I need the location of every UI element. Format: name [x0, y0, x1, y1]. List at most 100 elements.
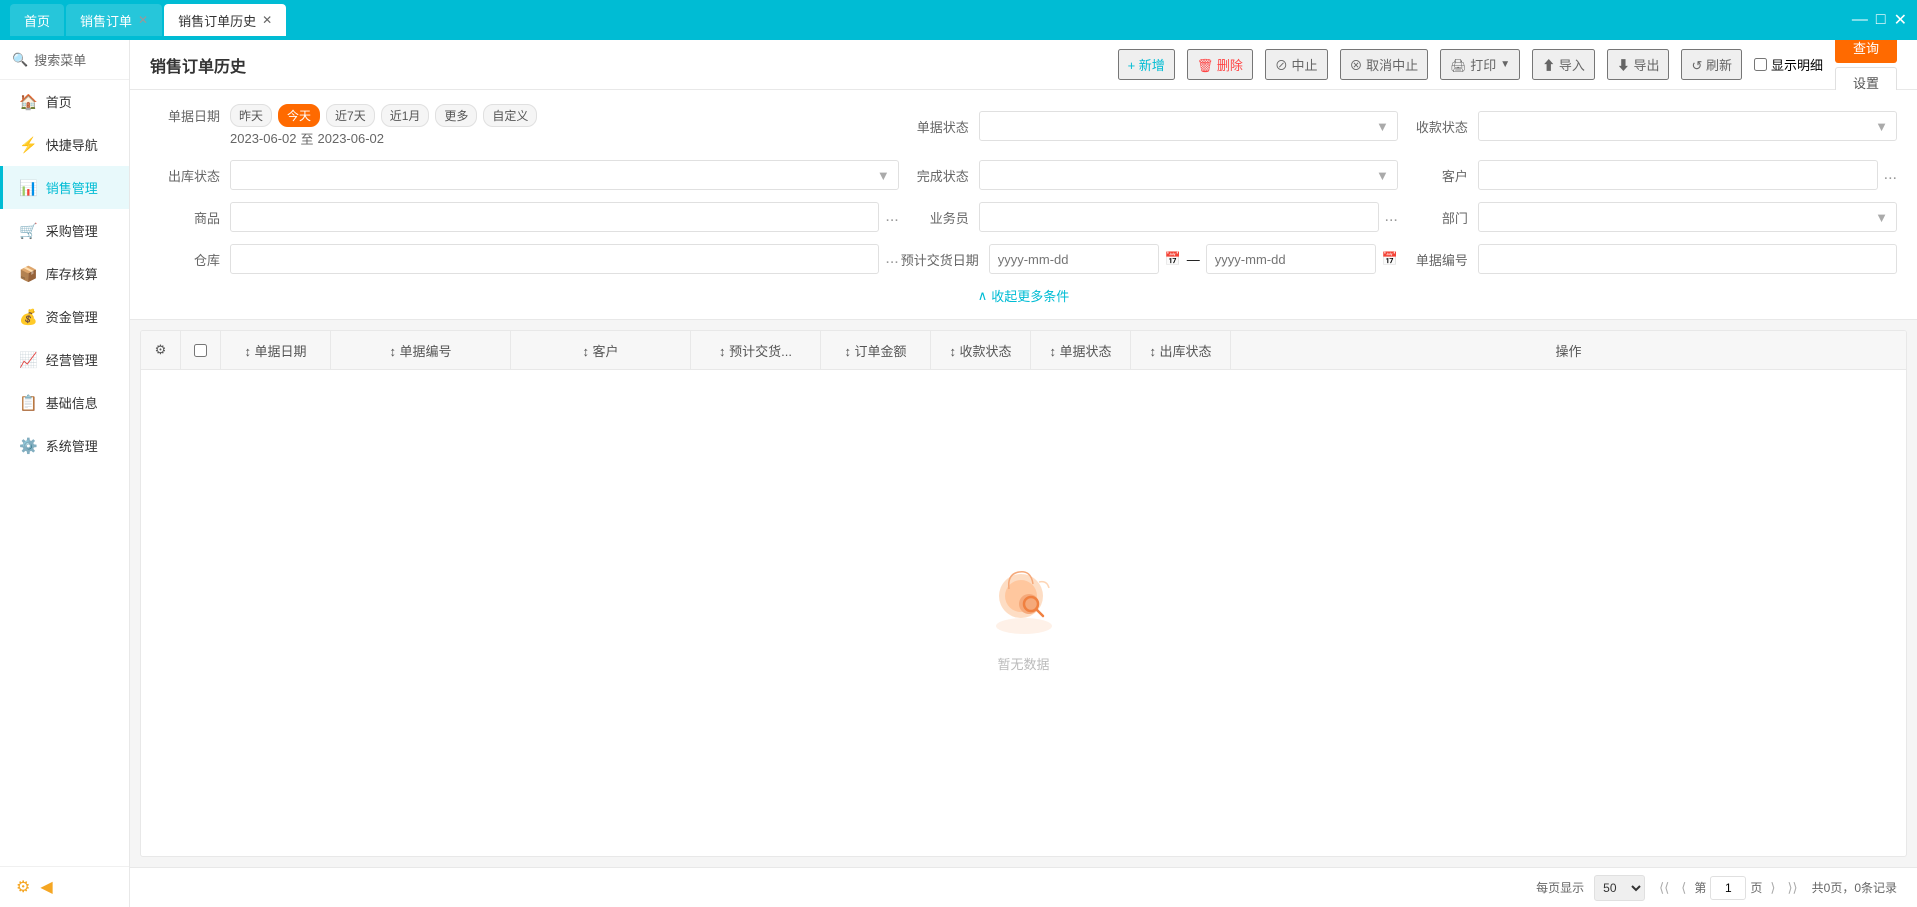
- refresh-button[interactable]: ↺ 刷新: [1681, 49, 1742, 80]
- date-to: 2023-06-02: [318, 131, 385, 146]
- tab-sales-order[interactable]: 销售订单 ✕: [66, 4, 162, 36]
- th-customer[interactable]: ↕ 客户: [511, 331, 691, 369]
- show-detail-checkbox[interactable]: [1754, 58, 1767, 71]
- delivery-date-label: 预计交货日期: [899, 250, 989, 269]
- sidebar-item-base-info[interactable]: 📋 基础信息: [0, 381, 129, 424]
- sidebar-item-finance[interactable]: 💰 资金管理: [0, 295, 129, 338]
- tab-home[interactable]: 首页: [10, 4, 64, 36]
- salesperson-more-icon[interactable]: ...: [1385, 208, 1398, 226]
- inventory-icon: 📦: [19, 265, 38, 283]
- page-title: 销售订单历史: [150, 53, 246, 77]
- date-btn-yesterday[interactable]: 昨天: [230, 104, 272, 127]
- th-date[interactable]: ↕ 单据日期: [221, 331, 331, 369]
- minimize-icon[interactable]: —: [1852, 11, 1868, 29]
- content-area: 销售订单历史 + 新增 🗑 删除 ⊘ 中止 ⊗ 取消中止 🖨 打印 ▼: [130, 40, 1917, 907]
- sidebar-item-system[interactable]: ⚙️ 系统管理: [0, 424, 129, 467]
- filter-row-2: 出库状态 ▼ 完成状态 ▼ 客户: [150, 160, 1897, 190]
- close-icon[interactable]: ✕: [1894, 10, 1907, 30]
- print-dropdown-icon[interactable]: ▼: [1500, 59, 1510, 70]
- customer-more-icon[interactable]: ...: [1884, 166, 1897, 184]
- filter-department: 部门 ▼: [1398, 202, 1897, 232]
- th-payment[interactable]: ↕ 收款状态: [931, 331, 1031, 369]
- sidebar-search-label: 搜索菜单: [34, 50, 86, 69]
- collapse-up-icon: ∧: [978, 288, 988, 304]
- sidebar-item-base-info-label: 基础信息: [46, 393, 98, 412]
- date-quick-buttons: 昨天 今天 近7天 近1月 更多 自定义: [230, 104, 537, 127]
- home-icon: 🏠: [19, 93, 38, 111]
- th-settings[interactable]: ⚙: [141, 331, 181, 369]
- goods-more-icon[interactable]: ...: [885, 208, 898, 226]
- stop-button[interactable]: ⊘ 中止: [1265, 49, 1328, 80]
- th-status[interactable]: ↕ 单据状态: [1031, 331, 1131, 369]
- sidebar-item-purchase-label: 采购管理: [46, 221, 98, 240]
- warehouse-label: 仓库: [150, 250, 230, 269]
- sidebar-item-purchase[interactable]: 🛒 采购管理: [0, 209, 129, 252]
- maximize-icon[interactable]: □: [1876, 11, 1886, 29]
- th-amount[interactable]: ↕ 订单金额: [821, 331, 931, 369]
- first-page-button[interactable]: ⟨⟨: [1655, 878, 1673, 898]
- sidebar-item-sales[interactable]: 📊 销售管理: [0, 166, 129, 209]
- sidebar-item-operations[interactable]: 📈 经营管理: [0, 338, 129, 381]
- warehouse-more-icon[interactable]: ...: [885, 250, 898, 268]
- query-button[interactable]: 查询: [1835, 40, 1897, 63]
- date-btn-custom[interactable]: 自定义: [483, 104, 537, 127]
- th-delivery-status[interactable]: ↕ 出库状态: [1131, 331, 1231, 369]
- new-button[interactable]: + 新增: [1118, 49, 1175, 80]
- tab-sales-order-history-close[interactable]: ✕: [262, 13, 272, 27]
- prev-page-button[interactable]: ⟨: [1677, 878, 1690, 898]
- page-input[interactable]: [1710, 876, 1746, 900]
- import-button[interactable]: ⬆ 导入: [1532, 49, 1595, 80]
- order-no-input[interactable]: [1478, 244, 1897, 274]
- filter-goods: 商品 ...: [150, 202, 899, 232]
- per-page-select[interactable]: 50 10 20 100: [1594, 875, 1645, 901]
- calendar-to-icon[interactable]: 📅: [1382, 251, 1398, 267]
- sidebar-item-inventory[interactable]: 📦 库存核算: [0, 252, 129, 295]
- th-delivery[interactable]: ↕ 预计交货...: [691, 331, 821, 369]
- calendar-from-icon[interactable]: 📅: [1165, 251, 1181, 267]
- top-bar: 首页 销售订单 ✕ 销售订单历史 ✕ — □ ✕: [0, 0, 1917, 40]
- export-button[interactable]: ⬇ 导出: [1607, 49, 1670, 80]
- print-button[interactable]: 🖨 打印 ▼: [1440, 49, 1520, 80]
- tab-sales-order-history[interactable]: 销售订单历史 ✕: [164, 4, 286, 36]
- print-button-label: 🖨 打印: [1450, 55, 1496, 74]
- delete-button[interactable]: 🗑 删除: [1187, 49, 1253, 80]
- sidebar-search[interactable]: 🔍 搜索菜单: [0, 40, 129, 80]
- sidebar-item-operations-label: 经营管理: [46, 350, 98, 369]
- operations-icon: 📈: [19, 351, 38, 369]
- customer-input[interactable]: [1478, 160, 1878, 190]
- collapse-row[interactable]: ∧ 收起更多条件: [150, 286, 1897, 305]
- th-order-no[interactable]: ↕ 单据编号: [331, 331, 511, 369]
- date-btn-1month[interactable]: 近1月: [381, 104, 430, 127]
- th-amount-label: ↕ 订单金额: [844, 341, 906, 360]
- salesperson-input[interactable]: [979, 202, 1379, 232]
- select-all-checkbox[interactable]: [194, 344, 207, 357]
- department-select[interactable]: ▼: [1478, 202, 1897, 232]
- settings-icon: ⚙: [155, 342, 167, 358]
- tab-sales-order-close[interactable]: ✕: [138, 13, 148, 27]
- sidebar-settings-icon[interactable]: ⚙: [16, 877, 30, 897]
- filter-delivery-status: 出库状态 ▼: [150, 160, 899, 190]
- sidebar-collapse-icon[interactable]: ◀: [40, 877, 52, 897]
- last-page-button[interactable]: ⟩⟩: [1783, 878, 1801, 898]
- next-page-button[interactable]: ⟩: [1766, 878, 1779, 898]
- delivery-status-label: 出库状态: [150, 166, 230, 185]
- date-btn-today[interactable]: 今天: [278, 104, 320, 127]
- sidebar-item-home[interactable]: 🏠 首页: [0, 80, 129, 123]
- date-label: 单据日期: [150, 106, 230, 125]
- complete-status-label: 完成状态: [899, 166, 979, 185]
- delivery-date-to-input[interactable]: [1206, 244, 1376, 274]
- delivery-date-from-input[interactable]: [989, 244, 1159, 274]
- order-no-label: 单据编号: [1398, 250, 1478, 269]
- goods-input[interactable]: [230, 202, 879, 232]
- date-btn-7days[interactable]: 近7天: [326, 104, 375, 127]
- order-status-select[interactable]: ▼: [979, 111, 1398, 141]
- cancel-button[interactable]: ⊗ 取消中止: [1340, 49, 1429, 80]
- warehouse-input[interactable]: [230, 244, 879, 274]
- payment-status-select[interactable]: ▼: [1478, 111, 1897, 141]
- sidebar-item-quick-nav[interactable]: ⚡ 快捷导航: [0, 123, 129, 166]
- date-btn-more[interactable]: 更多: [435, 104, 477, 127]
- complete-status-select[interactable]: ▼: [979, 160, 1398, 190]
- delivery-status-select[interactable]: ▼: [230, 160, 899, 190]
- page-header: 销售订单历史 + 新增 🗑 删除 ⊘ 中止 ⊗ 取消中止 🖨 打印 ▼: [130, 40, 1917, 90]
- sales-icon: 📊: [19, 179, 38, 197]
